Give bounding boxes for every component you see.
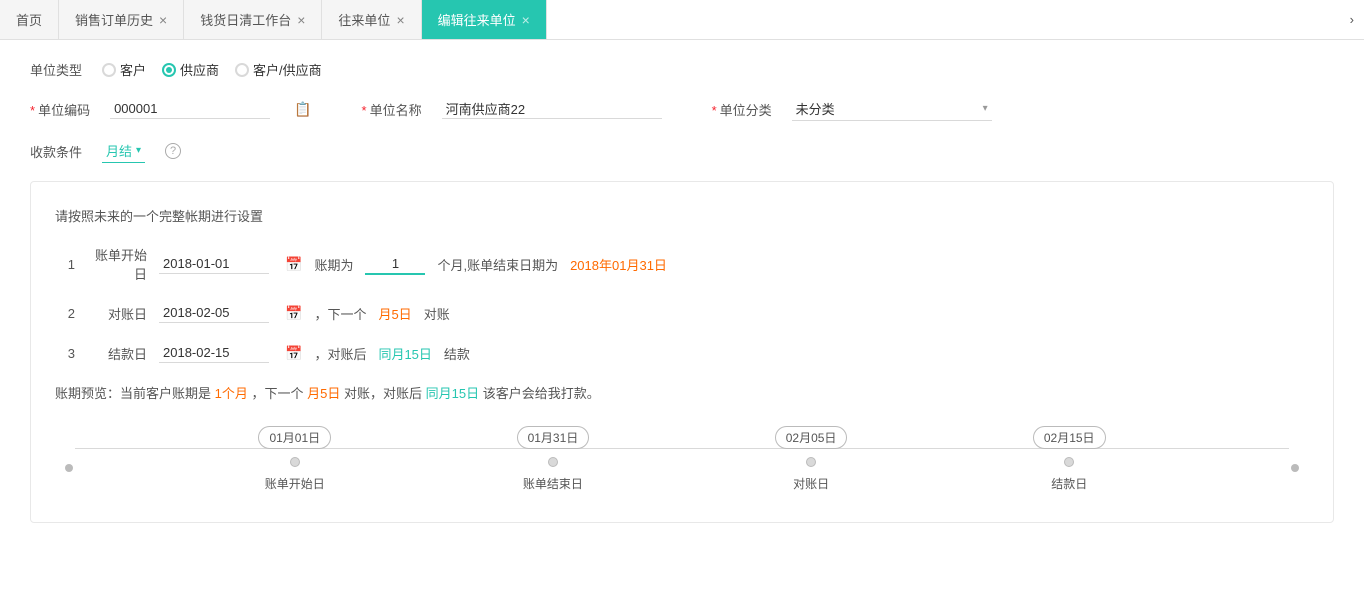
radio-customer[interactable]: 客户 xyxy=(102,60,146,79)
payment-chevron-icon: ▾ xyxy=(136,145,141,156)
timeline-dot-4 xyxy=(1064,457,1074,467)
name-label: *单位名称 xyxy=(362,100,422,119)
tab-partner[interactable]: 往来单位 × xyxy=(322,0,421,39)
recon-suffix-pre: ，下一个 xyxy=(314,304,366,323)
step-num-1: 1 xyxy=(55,257,75,272)
step-row-2: 2 对账日 📅 ，下一个 月5日 对账 xyxy=(55,303,1309,323)
timeline-dot-1 xyxy=(290,457,300,467)
timeline-start-dot xyxy=(65,464,73,472)
radio-both[interactable]: 客户/供应商 xyxy=(235,60,322,79)
tab-sales-history[interactable]: 销售订单历史 × xyxy=(59,0,184,39)
step-num-2: 2 xyxy=(55,306,75,321)
tab-daily-work[interactable]: 钱货日清工作台 × xyxy=(184,0,322,39)
pay-suffix-pre: ，对账后 xyxy=(314,344,366,363)
payment-row: 收款条件 月结 ▾ ? xyxy=(30,139,1334,163)
step-num-3: 3 xyxy=(55,346,75,361)
main-content: 单位类型 客户 供应商 客户/供应商 *单位编码 📋 *单位名称 xyxy=(0,40,1364,608)
tab-bar: 首页 销售订单历史 × 钱货日清工作台 × 往来单位 × 编辑往来单位 × › xyxy=(0,0,1364,40)
start-date-input[interactable] xyxy=(159,254,269,274)
timeline-container: 01月01日 账单开始日 01月31日 账单结束日 02月05日 对账日 xyxy=(55,426,1309,492)
payment-label: 收款条件 xyxy=(30,142,82,161)
radio-customer-circle xyxy=(102,63,116,77)
preview-p1-post: ，下一个 xyxy=(252,386,304,401)
timeline-label-1: 账单开始日 xyxy=(265,475,325,492)
recon-date-calendar-icon[interactable]: 📅 xyxy=(285,305,302,322)
timeline-point-4: 02月15日 结款日 xyxy=(1033,426,1106,492)
timeline-points: 01月01日 账单开始日 01月31日 账单结束日 02月05日 对账日 xyxy=(65,426,1299,492)
category-select[interactable]: 未分类 ▾ xyxy=(792,97,992,121)
code-name-category-row: *单位编码 📋 *单位名称 *单位分类 未分类 ▾ xyxy=(30,97,1334,121)
pay-suffix-post: 结款 xyxy=(444,344,470,363)
section-hint: 请按照未来的一个完整帐期进行设置 xyxy=(55,206,1309,225)
tab-partner-close[interactable]: × xyxy=(396,13,404,27)
radio-both-label: 客户/供应商 xyxy=(253,60,322,79)
period-value-input[interactable] xyxy=(365,254,425,275)
period-label: 账期为 xyxy=(314,255,353,274)
tab-home[interactable]: 首页 xyxy=(0,0,59,39)
timeline-label-4: 结款日 xyxy=(1051,475,1087,492)
pay-suffix-highlight: 同月15日 xyxy=(378,344,431,363)
timeline-badge-1: 01月01日 xyxy=(258,426,331,449)
code-label: *单位编码 xyxy=(30,100,90,119)
timeline-point-2: 01月31日 账单结束日 xyxy=(517,426,590,492)
code-input[interactable] xyxy=(110,99,270,119)
payment-select[interactable]: 月结 ▾ xyxy=(102,139,145,163)
tab-sales-history-close[interactable]: × xyxy=(159,13,167,27)
preview-p1: 1个月 xyxy=(215,386,248,401)
tab-edit-partner[interactable]: 编辑往来单位 × xyxy=(422,0,547,39)
preview-text: 账期预览：当前客户账期是 1个月 ，下一个 月5日 对账，对账后 同月15日 该… xyxy=(55,383,1309,402)
timeline-right-dot xyxy=(1291,426,1299,492)
timeline-badge-2: 01月31日 xyxy=(517,426,590,449)
preview-p3-post: 该客户会给我打款。 xyxy=(483,386,600,401)
timeline-point-1: 01月01日 账单开始日 xyxy=(258,426,331,492)
recon-date-input[interactable] xyxy=(159,303,269,323)
step-row-1: 1 账单开始日 📅 账期为 个月,账单结束日期为 2018年01月31日 xyxy=(55,245,1309,283)
period-end-date: 2018年01月31日 xyxy=(570,255,667,274)
unit-type-row: 单位类型 客户 供应商 客户/供应商 xyxy=(30,60,1334,79)
recon-suffix-highlight: 月5日 xyxy=(378,304,411,323)
preview-p2: 月5日 xyxy=(307,386,340,401)
unit-type-radio-group: 客户 供应商 客户/供应商 xyxy=(102,60,322,79)
preview-p3: 同月15日 xyxy=(426,386,479,401)
start-date-calendar-icon[interactable]: 📅 xyxy=(285,256,302,273)
timeline-badge-4: 02月15日 xyxy=(1033,426,1106,449)
timeline-point-3: 02月05日 对账日 xyxy=(775,426,848,492)
step-label-1: 账单开始日 xyxy=(87,245,147,283)
radio-supplier-label: 供应商 xyxy=(180,60,219,79)
tab-edit-partner-close[interactable]: × xyxy=(522,13,530,27)
step-label-2: 对账日 xyxy=(87,304,147,323)
category-value: 未分类 xyxy=(796,99,979,118)
code-calendar-icon[interactable]: 📋 xyxy=(294,101,311,118)
category-label: *单位分类 xyxy=(712,100,772,119)
preview-p2-post: 对账，对账后 xyxy=(344,386,422,401)
tab-more-button[interactable]: › xyxy=(1340,0,1364,39)
radio-customer-label: 客户 xyxy=(120,60,146,79)
timeline-dot-3 xyxy=(806,457,816,467)
radio-supplier[interactable]: 供应商 xyxy=(162,60,219,79)
timeline-left-dot xyxy=(65,426,73,492)
timeline-dot-2 xyxy=(548,457,558,467)
payment-value: 月结 xyxy=(106,141,132,160)
radio-supplier-circle xyxy=(162,63,176,77)
timeline-label-3: 对账日 xyxy=(793,475,829,492)
name-input[interactable] xyxy=(442,99,662,119)
recon-suffix-post: 对账 xyxy=(424,304,450,323)
pay-date-input[interactable] xyxy=(159,343,269,363)
category-chevron-icon: ▾ xyxy=(983,103,988,114)
billing-section: 请按照未来的一个完整帐期进行设置 1 账单开始日 📅 账期为 个月,账单结束日期… xyxy=(30,181,1334,523)
tab-daily-work-close[interactable]: × xyxy=(297,13,305,27)
preview-label: 账期预览：当前客户账期是 xyxy=(55,386,211,401)
timeline-badge-3: 02月05日 xyxy=(775,426,848,449)
payment-help-icon[interactable]: ? xyxy=(165,143,181,159)
radio-both-circle xyxy=(235,63,249,77)
timeline-label-2: 账单结束日 xyxy=(523,475,583,492)
timeline-end-dot xyxy=(1291,464,1299,472)
step-row-3: 3 结款日 📅 ，对账后 同月15日 结款 xyxy=(55,343,1309,363)
pay-date-calendar-icon[interactable]: 📅 xyxy=(285,345,302,362)
period-unit-text: 个月,账单结束日期为 xyxy=(437,255,558,274)
unit-type-label: 单位类型 xyxy=(30,60,82,79)
step-label-3: 结款日 xyxy=(87,344,147,363)
